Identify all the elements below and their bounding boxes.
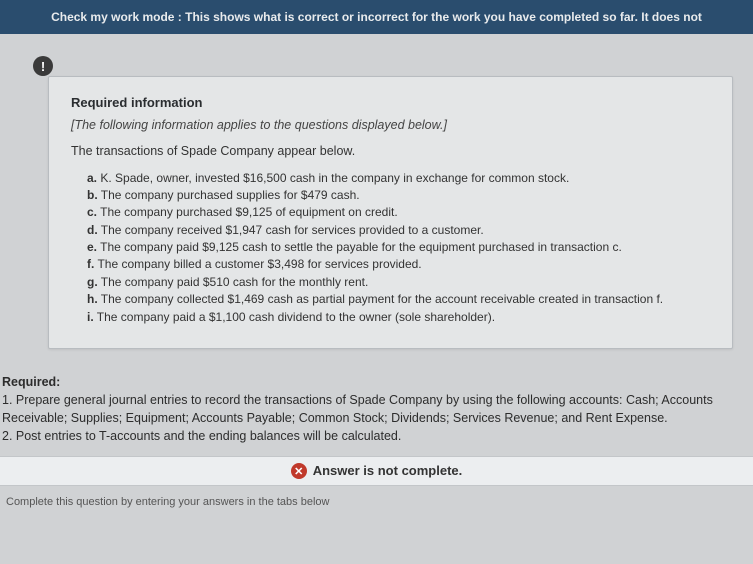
tx-letter: h. — [87, 292, 98, 306]
transaction-list: a. K. Spade, owner, invested $16,500 cas… — [71, 170, 710, 327]
tx-text: The company paid $510 cash for the month… — [101, 275, 369, 289]
intro-text: The transactions of Spade Company appear… — [71, 144, 710, 158]
required-item-2: 2. Post entries to T-accounts and the en… — [2, 429, 401, 443]
status-bar: ✕ Answer is not complete. — [0, 456, 753, 487]
status-text: Answer is not complete. — [313, 463, 463, 478]
x-circle-icon: ✕ — [291, 463, 307, 479]
tx-text: The company collected $1,469 cash as par… — [101, 292, 663, 306]
tx-letter: d. — [87, 223, 98, 237]
tx-letter: g. — [87, 275, 98, 289]
list-item: a. K. Spade, owner, invested $16,500 cas… — [71, 170, 710, 187]
content-wrapper: ! Required information [The following in… — [0, 34, 753, 508]
tx-letter: a. — [87, 171, 97, 185]
required-label: Required: — [2, 373, 749, 391]
tx-text: The company received $1,947 cash for ser… — [101, 223, 484, 237]
banner-text: Check my work mode : This shows what is … — [51, 10, 702, 24]
tx-text: K. Spade, owner, invested $16,500 cash i… — [100, 171, 569, 185]
tx-text: The company paid a $1,100 cash dividend … — [97, 310, 495, 324]
x-glyph: ✕ — [294, 465, 303, 478]
required-block: Required: 1. Prepare general journal ent… — [2, 373, 753, 446]
check-work-banner: Check my work mode : This shows what is … — [0, 0, 753, 34]
alert-glyph: ! — [41, 59, 45, 74]
tx-letter: b. — [87, 188, 98, 202]
tx-letter: c. — [87, 205, 97, 219]
tx-text: The company purchased $9,125 of equipmen… — [100, 205, 398, 219]
cutoff-instruction: Complete this question by entering your … — [6, 496, 753, 508]
required-info-card: Required information [The following info… — [48, 76, 733, 350]
list-item: e. The company paid $9,125 cash to settl… — [71, 239, 710, 256]
tx-letter: e. — [87, 240, 97, 254]
list-item: d. The company received $1,947 cash for … — [71, 222, 710, 239]
tx-letter: i. — [87, 310, 94, 324]
tx-text: The company purchased supplies for $479 … — [101, 188, 360, 202]
list-item: g. The company paid $510 cash for the mo… — [71, 274, 710, 291]
required-item-1: 1. Prepare general journal entries to re… — [2, 393, 713, 425]
list-item: f. The company billed a customer $3,498 … — [71, 256, 710, 273]
list-item: i. The company paid a $1,100 cash divide… — [71, 309, 710, 326]
list-item: c. The company purchased $9,125 of equip… — [71, 204, 710, 221]
tx-text: The company billed a customer $3,498 for… — [97, 257, 421, 271]
required-info-heading: Required information — [71, 95, 710, 110]
alert-icon: ! — [33, 56, 53, 76]
tx-text: The company paid $9,125 cash to settle t… — [100, 240, 622, 254]
list-item: b. The company purchased supplies for $4… — [71, 187, 710, 204]
list-item: h. The company collected $1,469 cash as … — [71, 291, 710, 308]
tx-letter: f. — [87, 257, 94, 271]
applies-note: [The following information applies to th… — [71, 118, 710, 132]
